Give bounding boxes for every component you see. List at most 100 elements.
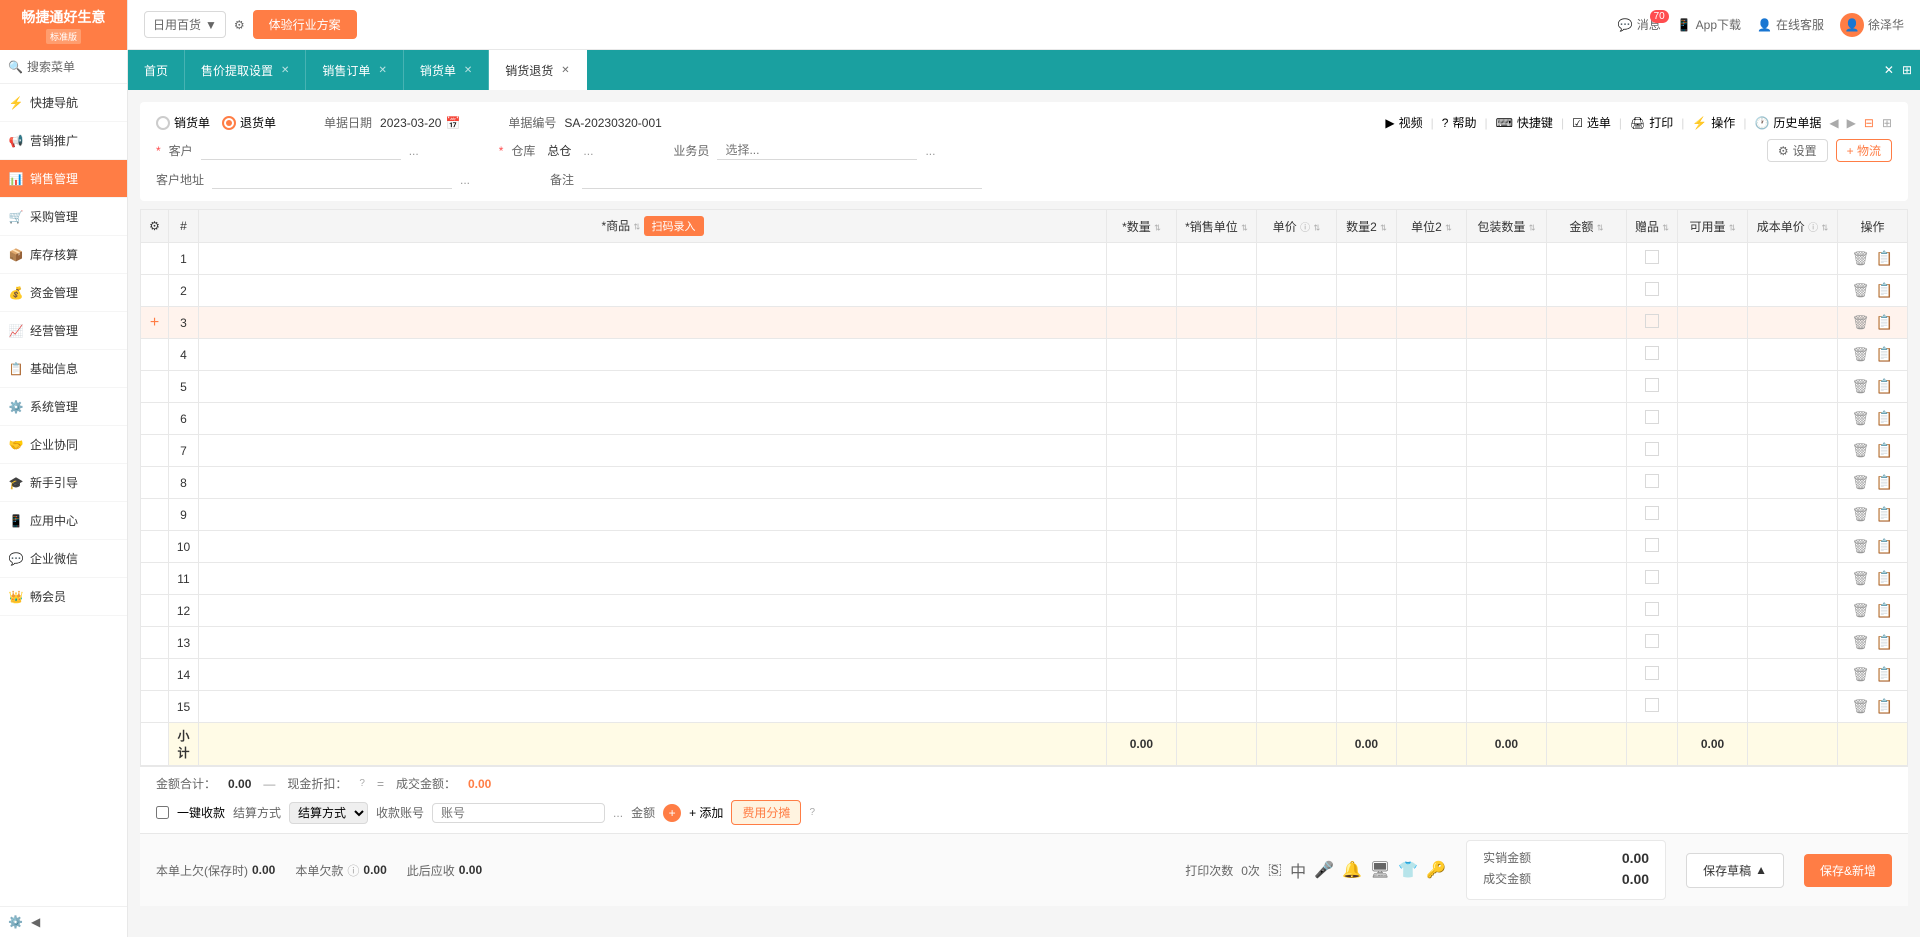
row-unit2-2[interactable] (1396, 275, 1466, 307)
gift-checkbox-6[interactable] (1645, 410, 1659, 424)
message-btn[interactable]: 💬 消息 70 (1618, 16, 1661, 33)
row-unit-price-15[interactable] (1256, 691, 1336, 723)
sidebar-item-sales[interactable]: 📊 销售管理 (0, 160, 127, 198)
row-amount-14[interactable] (1546, 659, 1626, 691)
sidebar-item-marketing[interactable]: 📢 营销推广 (0, 122, 127, 160)
row-qty2-3[interactable] (1336, 307, 1396, 339)
row-sale-unit-4[interactable] (1176, 339, 1256, 371)
row-unit-price-10[interactable] (1256, 531, 1336, 563)
row-unit2-13[interactable] (1396, 627, 1466, 659)
delete-icon-3[interactable]: 🗑 (1851, 313, 1871, 333)
video-btn[interactable]: ▶ 视频 (1385, 114, 1422, 131)
gift-checkbox-4[interactable] (1645, 346, 1659, 360)
shortcut-btn[interactable]: ⌨ 快捷键 (1496, 114, 1553, 131)
gift-checkbox-3[interactable] (1645, 314, 1659, 328)
row-amount-5[interactable] (1546, 371, 1626, 403)
copy-icon-4[interactable]: 📋 (1875, 345, 1895, 365)
row-cost-5[interactable] (1748, 371, 1838, 403)
row-amount-7[interactable] (1546, 435, 1626, 467)
sidebar-item-purchase[interactable]: 🛒 采购管理 (0, 198, 127, 236)
row-gift-2[interactable] (1626, 275, 1677, 307)
one-key-payment-checkbox[interactable] (156, 806, 169, 819)
row-product-11[interactable] (199, 563, 1107, 595)
row-unit2-10[interactable] (1396, 531, 1466, 563)
user-profile[interactable]: 👤 徐泽华 (1840, 13, 1904, 37)
row-qty-14[interactable] (1106, 659, 1176, 691)
equals-sign[interactable]: = (377, 777, 384, 791)
tab-sale-return-close[interactable]: ✕ (561, 65, 569, 76)
row-product-8[interactable] (199, 467, 1107, 499)
industry-select[interactable]: 日用百货 ▼ (144, 11, 226, 38)
delete-icon-5[interactable]: 🗑 (1851, 377, 1871, 397)
copy-icon-14[interactable]: 📋 (1875, 665, 1895, 685)
row-unit2-4[interactable] (1396, 339, 1466, 371)
row-gift-14[interactable] (1626, 659, 1677, 691)
copy-icon-2[interactable]: 📋 (1875, 281, 1895, 301)
copy-icon-11[interactable]: 📋 (1875, 569, 1895, 589)
nav-prev[interactable]: ◀ (1829, 116, 1838, 130)
row-qty-15[interactable] (1106, 691, 1176, 723)
row-gift-12[interactable] (1626, 595, 1677, 627)
row-qty2-6[interactable] (1336, 403, 1396, 435)
row-qty2-4[interactable] (1336, 339, 1396, 371)
address-dots[interactable]: ... (460, 173, 470, 187)
row-plus-icon[interactable]: + (150, 314, 159, 331)
print-btn[interactable]: 🖨 打印 (1630, 114, 1673, 131)
row-product-14[interactable] (199, 659, 1107, 691)
address-input[interactable] (212, 170, 452, 189)
row-avail-7[interactable] (1678, 435, 1748, 467)
salesperson-dots[interactable]: ... (925, 144, 935, 158)
row-sale-unit-10[interactable] (1176, 531, 1256, 563)
app-download-btn[interactable]: 📱 App下载 (1677, 16, 1741, 33)
select-btn[interactable]: ☑ 选单 (1572, 114, 1611, 131)
gift-checkbox-5[interactable] (1645, 378, 1659, 392)
row-qty-4[interactable] (1106, 339, 1176, 371)
th-setting[interactable]: ⚙ (141, 210, 169, 243)
delete-icon-13[interactable]: 🗑 (1851, 633, 1871, 653)
tab-home[interactable]: 首页 (128, 50, 185, 90)
row-pkg-qty-2[interactable] (1466, 275, 1546, 307)
row-unit-price-11[interactable] (1256, 563, 1336, 595)
gift-checkbox-10[interactable] (1645, 538, 1659, 552)
row-unit2-5[interactable] (1396, 371, 1466, 403)
row-sale-unit-1[interactable] (1176, 243, 1256, 275)
gift-checkbox-9[interactable] (1645, 506, 1659, 520)
row-unit-price-8[interactable] (1256, 467, 1336, 499)
row-unit2-15[interactable] (1396, 691, 1466, 723)
row-unit2-12[interactable] (1396, 595, 1466, 627)
row-product-3[interactable] (199, 307, 1107, 339)
row-product-7[interactable] (199, 435, 1107, 467)
copy-icon-3[interactable]: 📋 (1875, 313, 1895, 333)
row-product-4[interactable] (199, 339, 1107, 371)
row-avail-6[interactable] (1678, 403, 1748, 435)
copy-icon-7[interactable]: 📋 (1875, 441, 1895, 461)
nav-next[interactable]: ▶ (1847, 116, 1856, 130)
gift-checkbox-14[interactable] (1645, 666, 1659, 680)
row-amount-11[interactable] (1546, 563, 1626, 595)
sidebar-item-enterprise[interactable]: 🤝 企业协同 (0, 426, 127, 464)
row-unit2-1[interactable] (1396, 243, 1466, 275)
row-cost-13[interactable] (1748, 627, 1838, 659)
row-product-13[interactable] (199, 627, 1107, 659)
gift-checkbox-1[interactable] (1645, 250, 1659, 264)
delete-icon-15[interactable]: 🗑 (1851, 697, 1871, 717)
row-cost-6[interactable] (1748, 403, 1838, 435)
tab-sale-order[interactable]: 销售订单 ✕ (306, 50, 403, 90)
row-pkg-qty-5[interactable] (1466, 371, 1546, 403)
tab-sale-delivery[interactable]: 销货单 ✕ (404, 50, 489, 90)
row-gift-9[interactable] (1626, 499, 1677, 531)
account-input[interactable] (432, 803, 605, 823)
row-qty-3[interactable] (1106, 307, 1176, 339)
row-pkg-qty-4[interactable] (1466, 339, 1546, 371)
delete-icon-4[interactable]: 🗑 (1851, 345, 1871, 365)
delete-icon-11[interactable]: 🗑 (1851, 569, 1871, 589)
row-cost-15[interactable] (1748, 691, 1838, 723)
row-avail-2[interactable] (1678, 275, 1748, 307)
row-pkg-qty-1[interactable] (1466, 243, 1546, 275)
row-gift-10[interactable] (1626, 531, 1677, 563)
row-unit2-9[interactable] (1396, 499, 1466, 531)
row-qty-12[interactable] (1106, 595, 1176, 627)
row-qty2-5[interactable] (1336, 371, 1396, 403)
row-unit2-14[interactable] (1396, 659, 1466, 691)
tab-sale-delivery-close[interactable]: ✕ (464, 65, 472, 76)
